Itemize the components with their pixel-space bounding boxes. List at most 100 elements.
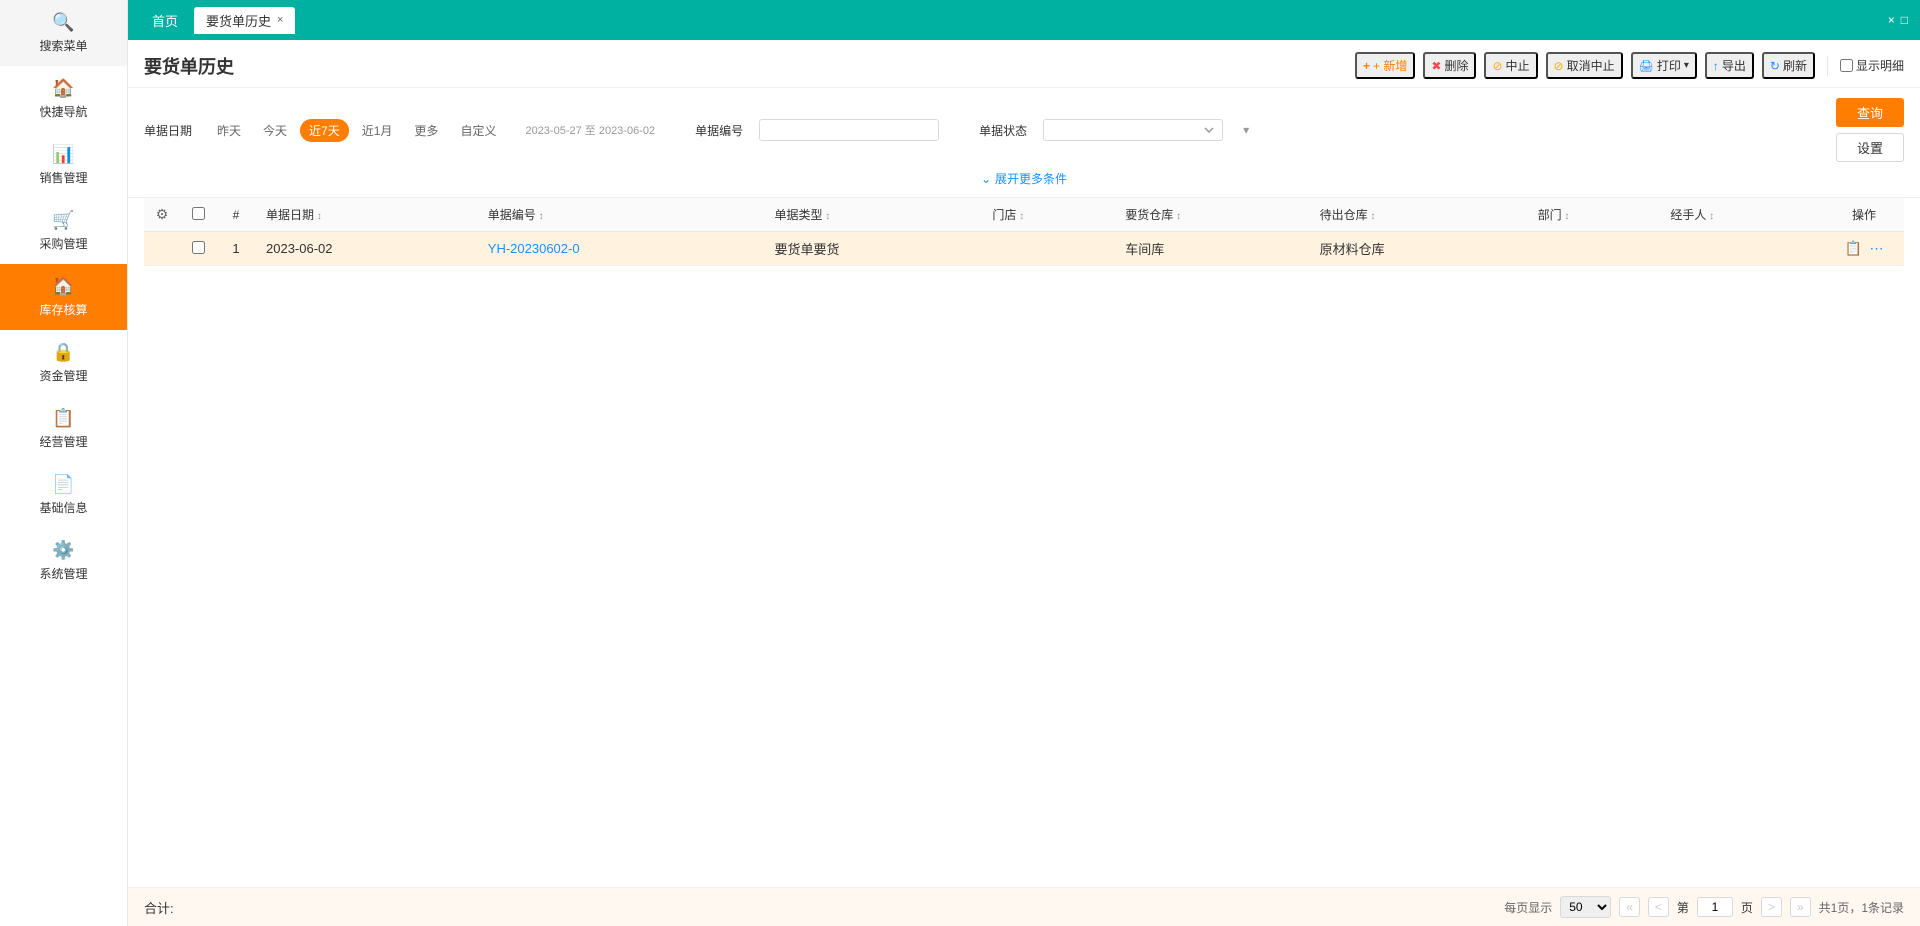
th-date[interactable]: 单据日期 bbox=[256, 198, 478, 232]
refresh-button[interactable]: ↻ 刷新 bbox=[1762, 52, 1815, 79]
date-btn-custom[interactable]: 自定义 bbox=[451, 119, 505, 142]
delete-icon: ✖ bbox=[1431, 59, 1441, 73]
summary-label: 合计: bbox=[144, 898, 174, 917]
toolbar: + + 新增 ✖ 删除 ⊘ 中止 ⊘ 取消中止 🖨 打印 bbox=[1355, 52, 1904, 79]
filter-row-1: 单据日期 昨天 今天 近7天 近1月 更多 自定义 2023-05-27 至 2… bbox=[144, 98, 1904, 162]
status-select[interactable] bbox=[1043, 119, 1223, 141]
purchase-icon: 🛒 bbox=[52, 210, 74, 231]
row-pending-warehouse: 原材料仓库 bbox=[1310, 232, 1528, 266]
print-dropdown-icon: ▾ bbox=[1684, 60, 1689, 71]
top-navbar: 首页 要货单历史 × × □ bbox=[128, 0, 1920, 40]
sidebar-item-search-menu[interactable]: 🔍 搜索菜单 bbox=[0, 0, 127, 66]
sidebar-item-label: 资金管理 bbox=[39, 367, 87, 384]
last-page-btn[interactable]: » bbox=[1790, 897, 1811, 917]
expand-more-btn[interactable]: ⌄ 展开更多条件 bbox=[144, 170, 1904, 187]
select-all-checkbox[interactable] bbox=[192, 207, 205, 220]
topbar-right-actions: × □ bbox=[1888, 13, 1908, 27]
date-btn-today[interactable]: 今天 bbox=[254, 119, 296, 142]
show-detail-input[interactable] bbox=[1840, 59, 1853, 72]
cancel-stop-button[interactable]: ⊘ 取消中止 bbox=[1546, 52, 1623, 79]
row-handler bbox=[1660, 232, 1824, 266]
doc-no-label: 单据编号 bbox=[695, 122, 743, 139]
delete-button[interactable]: ✖ 删除 bbox=[1423, 52, 1476, 79]
sidebar-item-ops-mgmt[interactable]: 📋 经营管理 bbox=[0, 396, 127, 462]
stop-button[interactable]: ⊘ 中止 bbox=[1484, 52, 1537, 79]
settings-icon[interactable]: ⚙ bbox=[156, 206, 169, 222]
row-store bbox=[982, 232, 1115, 266]
th-ops: 操作 bbox=[1824, 198, 1904, 232]
tab-home[interactable]: 首页 bbox=[140, 7, 190, 34]
sidebar-item-sys-mgmt[interactable]: ⚙️ 系统管理 bbox=[0, 528, 127, 594]
basic-info-icon: 📄 bbox=[52, 474, 74, 495]
th-settings[interactable]: ⚙ bbox=[144, 198, 180, 232]
cancel-stop-icon: ⊘ bbox=[1554, 59, 1564, 73]
expand-icon: ⌄ bbox=[981, 172, 991, 186]
sys-mgmt-icon: ⚙️ bbox=[52, 540, 74, 561]
window-close-btn[interactable]: × bbox=[1888, 13, 1895, 27]
filter-area: 单据日期 昨天 今天 近7天 近1月 更多 自定义 2023-05-27 至 2… bbox=[128, 88, 1920, 198]
sidebar-item-inventory[interactable]: 🏠 库存核算 bbox=[0, 264, 127, 330]
close-tab-icon[interactable]: × bbox=[277, 14, 283, 26]
row-num: 1 bbox=[216, 232, 256, 266]
row-dept bbox=[1528, 232, 1661, 266]
new-button[interactable]: + + 新增 bbox=[1355, 52, 1415, 79]
sidebar: 🔍 搜索菜单 🏠 快捷导航 📊 销售管理 🛒 采购管理 🏠 库存核算 🔒 资金管… bbox=[0, 0, 128, 926]
date-filter-label: 单据日期 bbox=[144, 122, 192, 139]
pagination: 每页显示 50 10 20 100 « < 第 页 > » 共1页，1条记录 bbox=[1504, 896, 1904, 918]
next-page-btn[interactable]: > bbox=[1761, 897, 1782, 917]
stop-icon: ⊘ bbox=[1492, 59, 1502, 73]
th-doc-no[interactable]: 单据编号 bbox=[478, 198, 765, 232]
sidebar-item-finance-mgmt[interactable]: 🔒 资金管理 bbox=[0, 330, 127, 396]
content-area: 要货单历史 + + 新增 ✖ 删除 ⊘ 中止 ⊘ 取消中止 bbox=[128, 40, 1920, 926]
sidebar-item-purchase-mgmt[interactable]: 🛒 采购管理 bbox=[0, 198, 127, 264]
date-btn-yesterday[interactable]: 昨天 bbox=[208, 119, 250, 142]
sidebar-item-sales-mgmt[interactable]: 📊 销售管理 bbox=[0, 132, 127, 198]
export-button[interactable]: ↑ 导出 bbox=[1705, 52, 1754, 79]
row-more-icon[interactable]: ⋯ bbox=[1868, 238, 1886, 258]
page-size-select[interactable]: 50 10 20 100 bbox=[1560, 896, 1611, 918]
sidebar-item-basic-info[interactable]: 📄 基础信息 bbox=[0, 462, 127, 528]
window-maximize-btn[interactable]: □ bbox=[1901, 13, 1908, 27]
date-btn-1month[interactable]: 近1月 bbox=[353, 119, 402, 142]
sales-icon: 📊 bbox=[52, 144, 74, 165]
th-dept[interactable]: 部门 bbox=[1528, 198, 1661, 232]
sidebar-item-label: 搜索菜单 bbox=[39, 37, 87, 54]
show-detail-checkbox[interactable]: 显示明细 bbox=[1840, 57, 1904, 74]
th-req-warehouse[interactable]: 要货仓库 bbox=[1115, 198, 1309, 232]
table-footer: 合计: 每页显示 50 10 20 100 « < 第 页 > » 共1页，1条… bbox=[128, 887, 1920, 926]
plus-icon: + bbox=[1363, 59, 1370, 73]
sidebar-item-label: 库存核算 bbox=[39, 301, 87, 318]
query-button[interactable]: 查询 bbox=[1836, 98, 1904, 127]
first-page-btn[interactable]: « bbox=[1619, 897, 1640, 917]
expand-label: 展开更多条件 bbox=[995, 170, 1067, 187]
page-number-input[interactable] bbox=[1697, 897, 1733, 917]
page-label-after: 页 bbox=[1741, 899, 1753, 916]
row-edit-icon[interactable]: 📋 bbox=[1842, 238, 1863, 258]
row-ops: 📋 ⋯ bbox=[1824, 232, 1904, 266]
page-header: 要货单历史 + + 新增 ✖ 删除 ⊘ 中止 ⊘ 取消中止 bbox=[128, 40, 1920, 88]
row-doc-no[interactable]: YH-20230602-0 bbox=[478, 232, 765, 266]
date-btn-7days[interactable]: 近7天 bbox=[300, 119, 349, 142]
date-range-buttons: 昨天 今天 近7天 近1月 更多 自定义 bbox=[208, 119, 505, 142]
th-doc-type[interactable]: 单据类型 bbox=[764, 198, 982, 232]
print-button[interactable]: 🖨 打印 ▾ bbox=[1631, 52, 1697, 79]
show-detail-label: 显示明细 bbox=[1856, 57, 1904, 74]
th-pending-warehouse[interactable]: 待出仓库 bbox=[1310, 198, 1528, 232]
row-doc-type: 要货单要货 bbox=[764, 232, 982, 266]
export-icon: ↑ bbox=[1713, 59, 1719, 73]
print-icon: 🖨 bbox=[1639, 59, 1654, 73]
finance-icon: 🔒 bbox=[52, 342, 74, 363]
date-btn-more[interactable]: 更多 bbox=[405, 119, 447, 142]
th-handler[interactable]: 经手人 bbox=[1660, 198, 1824, 232]
row-checkbox[interactable] bbox=[180, 232, 216, 266]
tab-requisition-history[interactable]: 要货单历史 × bbox=[194, 7, 295, 34]
filter-settings-button[interactable]: 设置 bbox=[1836, 133, 1904, 162]
total-info: 共1页，1条记录 bbox=[1819, 899, 1904, 916]
sidebar-item-quick-nav[interactable]: 🏠 快捷导航 bbox=[0, 66, 127, 132]
th-store[interactable]: 门店 bbox=[982, 198, 1115, 232]
sidebar-item-label: 采购管理 bbox=[39, 235, 87, 252]
ops-icon: 📋 bbox=[52, 408, 74, 429]
th-num: # bbox=[216, 198, 256, 232]
prev-page-btn[interactable]: < bbox=[1648, 897, 1669, 917]
doc-no-input[interactable] bbox=[759, 119, 939, 141]
